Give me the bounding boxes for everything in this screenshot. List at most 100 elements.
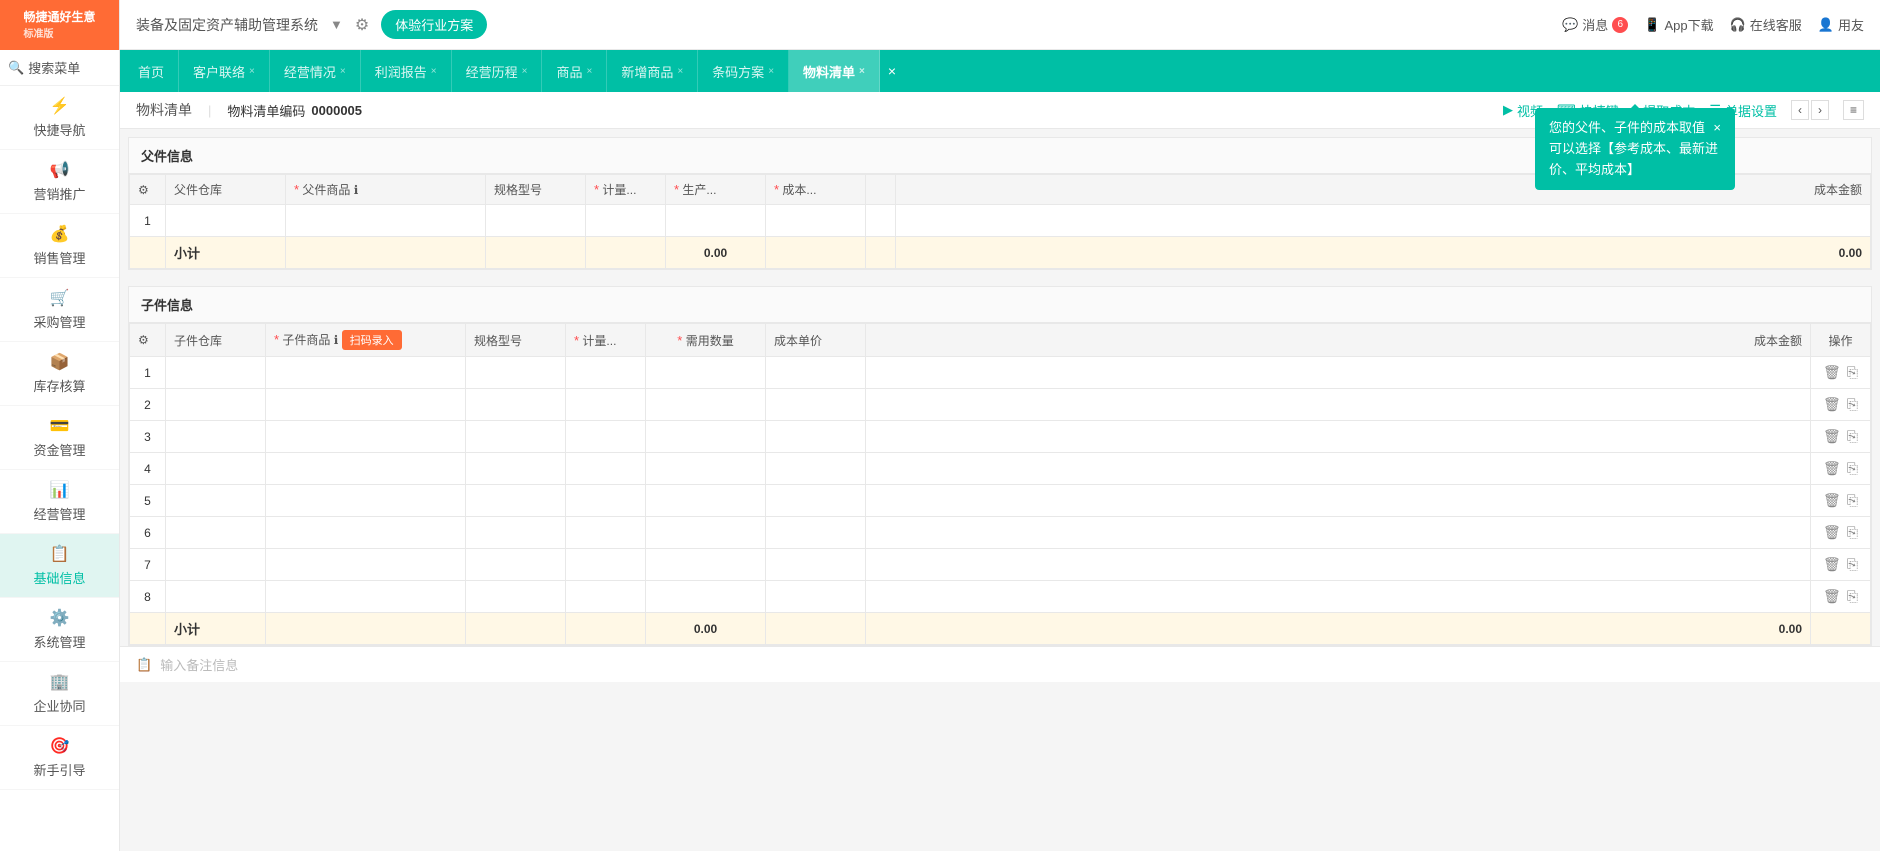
- child-unit-6[interactable]: [566, 517, 646, 549]
- delete-row-btn-2[interactable]: 🗑: [1823, 396, 1841, 413]
- prev-record-btn[interactable]: ‹: [1791, 100, 1809, 120]
- close-all-tabs[interactable]: ×: [880, 63, 904, 79]
- tab-add-goods[interactable]: 新增商品 ×: [607, 50, 698, 92]
- child-product-5[interactable]: [266, 485, 466, 517]
- child-unit-cost-7[interactable]: [766, 549, 866, 581]
- child-spec-2[interactable]: [466, 389, 566, 421]
- child-unit-cost-3[interactable]: [766, 421, 866, 453]
- user-btn[interactable]: 👤 用友: [1818, 15, 1864, 34]
- tab-add-goods-close[interactable]: ×: [677, 66, 683, 77]
- child-warehouse-6[interactable]: [166, 517, 266, 549]
- sidebar-item-finance[interactable]: 💳 资金管理: [0, 406, 119, 470]
- copy-row-btn-8[interactable]: ⎘: [1847, 588, 1858, 605]
- parent-production-cell[interactable]: [666, 205, 766, 237]
- copy-row-btn-1[interactable]: ⎘: [1847, 364, 1858, 381]
- sidebar-item-guide[interactable]: 🎯 新手引导: [0, 726, 119, 790]
- sidebar-item-quick-nav[interactable]: ⚡ 快捷导航: [0, 86, 119, 150]
- child-product-3[interactable]: [266, 421, 466, 453]
- child-product-7[interactable]: [266, 549, 466, 581]
- child-unit-2[interactable]: [566, 389, 646, 421]
- child-quantity-7[interactable]: [646, 549, 766, 581]
- trial-btn[interactable]: 体验行业方案: [381, 10, 487, 39]
- child-warehouse-4[interactable]: [166, 453, 266, 485]
- child-unit-4[interactable]: [566, 453, 646, 485]
- child-col-settings[interactable]: ⚙: [130, 324, 166, 357]
- next-record-btn[interactable]: ›: [1811, 100, 1829, 120]
- child-product-2[interactable]: [266, 389, 466, 421]
- child-spec-8[interactable]: [466, 581, 566, 613]
- child-quantity-8[interactable]: [646, 581, 766, 613]
- settings-icon[interactable]: ⚙: [355, 15, 369, 35]
- child-warehouse-5[interactable]: [166, 485, 266, 517]
- copy-row-btn-2[interactable]: ⎘: [1847, 396, 1858, 413]
- child-product-8[interactable]: [266, 581, 466, 613]
- copy-row-btn-7[interactable]: ⎘: [1847, 556, 1858, 573]
- tab-customer-close[interactable]: ×: [249, 66, 255, 77]
- dropdown-arrow-icon[interactable]: ▼: [330, 17, 343, 32]
- child-spec-7[interactable]: [466, 549, 566, 581]
- sidebar-item-purchase[interactable]: 🛒 采购管理: [0, 278, 119, 342]
- tab-profit-close[interactable]: ×: [431, 66, 437, 77]
- tab-customer[interactable]: 客户联络 ×: [179, 50, 270, 92]
- search-menu[interactable]: 🔍 搜索菜单: [0, 50, 119, 86]
- child-product-1[interactable]: [266, 357, 466, 389]
- parent-spec-cell[interactable]: [486, 205, 586, 237]
- delete-row-btn-1[interactable]: 🗑: [1823, 364, 1841, 381]
- child-unit-3[interactable]: [566, 421, 646, 453]
- child-quantity-1[interactable]: [646, 357, 766, 389]
- child-unit-8[interactable]: [566, 581, 646, 613]
- child-warehouse-7[interactable]: [166, 549, 266, 581]
- child-unit-cost-1[interactable]: [766, 357, 866, 389]
- child-spec-4[interactable]: [466, 453, 566, 485]
- tab-bom-close[interactable]: ×: [859, 66, 865, 77]
- sidebar-item-enterprise[interactable]: 🏢 企业协同: [0, 662, 119, 726]
- child-spec-1[interactable]: [466, 357, 566, 389]
- parent-col-settings[interactable]: ⚙: [130, 175, 166, 205]
- copy-row-btn-6[interactable]: ⎘: [1847, 524, 1858, 541]
- tab-bom[interactable]: 物料清单 ×: [789, 50, 880, 92]
- parent-cost-cell[interactable]: [766, 205, 866, 237]
- tab-goods[interactable]: 商品 ×: [542, 50, 607, 92]
- message-btn[interactable]: 💬 消息 6: [1562, 15, 1628, 34]
- child-unit-cost-5[interactable]: [766, 485, 866, 517]
- child-warehouse-2[interactable]: [166, 389, 266, 421]
- child-quantity-5[interactable]: [646, 485, 766, 517]
- delete-row-btn-3[interactable]: 🗑: [1823, 428, 1841, 445]
- child-unit-7[interactable]: [566, 549, 646, 581]
- tab-barcode[interactable]: 条码方案 ×: [698, 50, 789, 92]
- child-warehouse-3[interactable]: [166, 421, 266, 453]
- child-quantity-6[interactable]: [646, 517, 766, 549]
- copy-row-btn-3[interactable]: ⎘: [1847, 428, 1858, 445]
- delete-row-btn-8[interactable]: 🗑: [1823, 588, 1841, 605]
- child-warehouse-1[interactable]: [166, 357, 266, 389]
- tab-ops-status[interactable]: 经营情况 ×: [270, 50, 361, 92]
- child-quantity-2[interactable]: [646, 389, 766, 421]
- tab-goods-close[interactable]: ×: [586, 66, 592, 77]
- child-unit-cost-6[interactable]: [766, 517, 866, 549]
- child-spec-6[interactable]: [466, 517, 566, 549]
- sidebar-item-marketing[interactable]: 📢 营销推广: [0, 150, 119, 214]
- child-unit-cost-4[interactable]: [766, 453, 866, 485]
- child-unit-5[interactable]: [566, 485, 646, 517]
- parent-product-cell[interactable]: [286, 205, 486, 237]
- online-service-btn[interactable]: 🎧 在线客服: [1730, 15, 1802, 34]
- parent-unit-cell[interactable]: [586, 205, 666, 237]
- child-spec-5[interactable]: [466, 485, 566, 517]
- tab-ops-history[interactable]: 经营历程 ×: [452, 50, 543, 92]
- child-warehouse-8[interactable]: [166, 581, 266, 613]
- child-unit-1[interactable]: [566, 357, 646, 389]
- child-product-6[interactable]: [266, 517, 466, 549]
- app-download-btn[interactable]: 📱 App下载: [1644, 15, 1713, 34]
- delete-row-btn-7[interactable]: 🗑: [1823, 556, 1841, 573]
- sidebar-item-inventory[interactable]: 📦 库存核算: [0, 342, 119, 406]
- delete-row-btn-5[interactable]: 🗑: [1823, 492, 1841, 509]
- delete-row-btn-6[interactable]: 🗑: [1823, 524, 1841, 541]
- delete-row-btn-4[interactable]: 🗑: [1823, 460, 1841, 477]
- sidebar-item-basic-info[interactable]: 📋 基础信息: [0, 534, 119, 598]
- tab-barcode-close[interactable]: ×: [768, 66, 774, 77]
- tooltip-close-btn[interactable]: ×: [1713, 118, 1721, 139]
- copy-row-btn-5[interactable]: ⎘: [1847, 492, 1858, 509]
- sidebar-item-operations[interactable]: 📊 经营管理: [0, 470, 119, 534]
- tab-home[interactable]: 首页: [124, 50, 179, 92]
- parent-warehouse-cell[interactable]: [166, 205, 286, 237]
